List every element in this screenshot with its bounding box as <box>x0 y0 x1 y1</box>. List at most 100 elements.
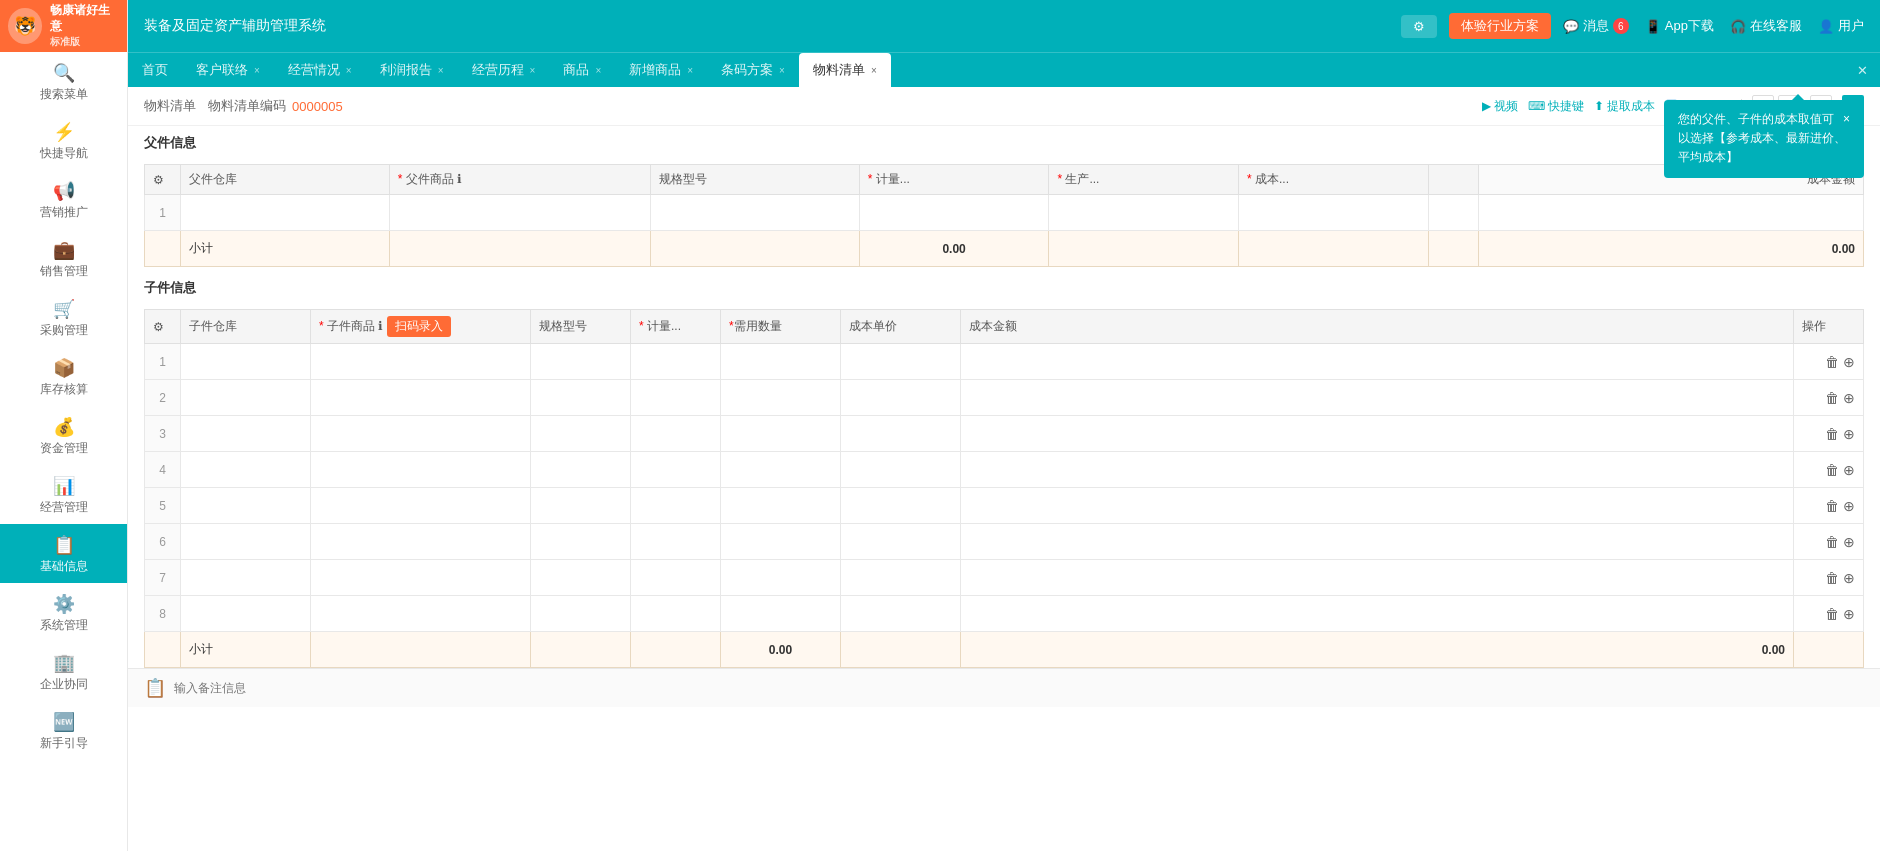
sidebar-item-search[interactable]: 🔍 搜索菜单 <box>0 52 127 111</box>
child-row-4-delete[interactable]: 🗑 <box>1825 462 1839 478</box>
child-row-7-spec[interactable] <box>531 560 631 596</box>
close-all-tabs[interactable]: ✕ <box>1849 63 1876 78</box>
child-row-1-warehouse[interactable] <box>181 344 311 380</box>
child-row-1-quantity[interactable] <box>721 344 841 380</box>
child-row-7-delete[interactable]: 🗑 <box>1825 570 1839 586</box>
child-row-2-warehouse[interactable] <box>181 380 311 416</box>
child-row-1-unit-cost[interactable] <box>841 344 961 380</box>
parent-row-1-cost[interactable] <box>1238 195 1428 231</box>
child-row-6-unit[interactable] <box>631 524 721 560</box>
child-row-5-unit-cost[interactable] <box>841 488 961 524</box>
child-row-3-copy[interactable]: ⊕ <box>1843 426 1855 442</box>
child-row-8-delete[interactable]: 🗑 <box>1825 606 1839 622</box>
tab-history-close[interactable]: × <box>530 65 536 76</box>
tab-goods-close[interactable]: × <box>595 65 601 76</box>
sidebar-item-finance[interactable]: 💰 资金管理 <box>0 406 127 465</box>
user-button[interactable]: 👤 用户 <box>1818 17 1864 35</box>
sidebar-item-operation[interactable]: 📊 经营管理 <box>0 465 127 524</box>
child-row-7-copy[interactable]: ⊕ <box>1843 570 1855 586</box>
tab-customer[interactable]: 客户联络 × <box>182 53 274 87</box>
child-row-4-quantity[interactable] <box>721 452 841 488</box>
child-row-6-delete[interactable]: 🗑 <box>1825 534 1839 550</box>
sidebar-item-sales[interactable]: 💼 销售管理 <box>0 229 127 288</box>
child-row-3-goods[interactable] <box>311 416 531 452</box>
child-row-3-spec[interactable] <box>531 416 631 452</box>
child-row-3-unit-cost[interactable] <box>841 416 961 452</box>
child-row-4-warehouse[interactable] <box>181 452 311 488</box>
child-row-2-goods[interactable] <box>311 380 531 416</box>
tab-new-goods-close[interactable]: × <box>687 65 693 76</box>
tab-operation-status-close[interactable]: × <box>346 65 352 76</box>
child-row-6-warehouse[interactable] <box>181 524 311 560</box>
child-row-4-unit[interactable] <box>631 452 721 488</box>
tab-bom[interactable]: 物料清单 × <box>799 53 891 87</box>
sidebar-item-guide[interactable]: 🆕 新手引导 <box>0 701 127 760</box>
settings-button[interactable]: ⚙ <box>1401 15 1437 38</box>
parent-row-1-production[interactable] <box>1049 195 1239 231</box>
child-row-2-quantity[interactable] <box>721 380 841 416</box>
remark-input[interactable] <box>174 681 1864 695</box>
child-row-6-unit-cost[interactable] <box>841 524 961 560</box>
sidebar-item-purchase[interactable]: 🛒 采购管理 <box>0 288 127 347</box>
child-row-6-copy[interactable]: ⊕ <box>1843 534 1855 550</box>
parent-row-1-spec[interactable] <box>651 195 860 231</box>
child-row-1-delete[interactable]: 🗑 <box>1825 354 1839 370</box>
tab-barcode-close[interactable]: × <box>779 65 785 76</box>
sidebar-item-system[interactable]: ⚙️ 系统管理 <box>0 583 127 642</box>
child-row-8-quantity[interactable] <box>721 596 841 632</box>
online-service-button[interactable]: 🎧 在线客服 <box>1730 17 1802 35</box>
child-row-1-copy[interactable]: ⊕ <box>1843 354 1855 370</box>
child-row-8-copy[interactable]: ⊕ <box>1843 606 1855 622</box>
child-row-8-unit-cost[interactable] <box>841 596 961 632</box>
tab-home[interactable]: 首页 <box>128 53 182 87</box>
app-download-button[interactable]: 📱 App下载 <box>1645 17 1714 35</box>
tab-customer-close[interactable]: × <box>254 65 260 76</box>
child-col-settings[interactable]: ⚙ <box>145 310 181 344</box>
child-row-2-unit-cost[interactable] <box>841 380 961 416</box>
child-row-4-unit-cost[interactable] <box>841 452 961 488</box>
child-row-8-unit[interactable] <box>631 596 721 632</box>
tab-profit-close[interactable]: × <box>438 65 444 76</box>
child-row-1-unit[interactable] <box>631 344 721 380</box>
view-video-button[interactable]: ▶ 视频 <box>1482 98 1518 115</box>
sidebar-item-inventory[interactable]: 📦 库存核算 <box>0 347 127 406</box>
child-row-7-warehouse[interactable] <box>181 560 311 596</box>
child-row-2-spec[interactable] <box>531 380 631 416</box>
tab-new-goods[interactable]: 新增商品 × <box>615 53 707 87</box>
child-row-3-delete[interactable]: 🗑 <box>1825 426 1839 442</box>
parent-row-1-goods[interactable] <box>389 195 650 231</box>
parent-col-settings[interactable]: ⚙ <box>145 165 181 195</box>
child-row-6-goods[interactable] <box>311 524 531 560</box>
child-row-5-spec[interactable] <box>531 488 631 524</box>
child-row-3-quantity[interactable] <box>721 416 841 452</box>
child-row-5-unit[interactable] <box>631 488 721 524</box>
child-row-1-spec[interactable] <box>531 344 631 380</box>
child-row-7-goods[interactable] <box>311 560 531 596</box>
tab-history[interactable]: 经营历程 × <box>458 53 550 87</box>
tab-profit[interactable]: 利润报告 × <box>366 53 458 87</box>
sidebar-item-quick-nav[interactable]: ⚡ 快捷导航 <box>0 111 127 170</box>
parent-row-1-unit[interactable] <box>859 195 1049 231</box>
tab-bom-close[interactable]: × <box>871 65 877 76</box>
tab-barcode[interactable]: 条码方案 × <box>707 53 799 87</box>
child-row-1-goods[interactable] <box>311 344 531 380</box>
child-row-5-copy[interactable]: ⊕ <box>1843 498 1855 514</box>
child-row-2-delete[interactable]: 🗑 <box>1825 390 1839 406</box>
child-row-8-goods[interactable] <box>311 596 531 632</box>
child-row-5-quantity[interactable] <box>721 488 841 524</box>
child-row-7-unit[interactable] <box>631 560 721 596</box>
child-row-8-spec[interactable] <box>531 596 631 632</box>
tab-goods[interactable]: 商品 × <box>549 53 615 87</box>
child-row-5-goods[interactable] <box>311 488 531 524</box>
child-row-3-unit[interactable] <box>631 416 721 452</box>
child-row-4-goods[interactable] <box>311 452 531 488</box>
child-row-8-warehouse[interactable] <box>181 596 311 632</box>
child-row-7-unit-cost[interactable] <box>841 560 961 596</box>
extract-cost-button[interactable]: ⬆ 提取成本 <box>1594 98 1655 115</box>
sidebar-item-enterprise[interactable]: 🏢 企业协同 <box>0 642 127 701</box>
child-row-6-quantity[interactable] <box>721 524 841 560</box>
child-row-5-delete[interactable]: 🗑 <box>1825 498 1839 514</box>
experience-button[interactable]: 体验行业方案 <box>1449 13 1551 39</box>
child-row-7-quantity[interactable] <box>721 560 841 596</box>
child-row-4-copy[interactable]: ⊕ <box>1843 462 1855 478</box>
